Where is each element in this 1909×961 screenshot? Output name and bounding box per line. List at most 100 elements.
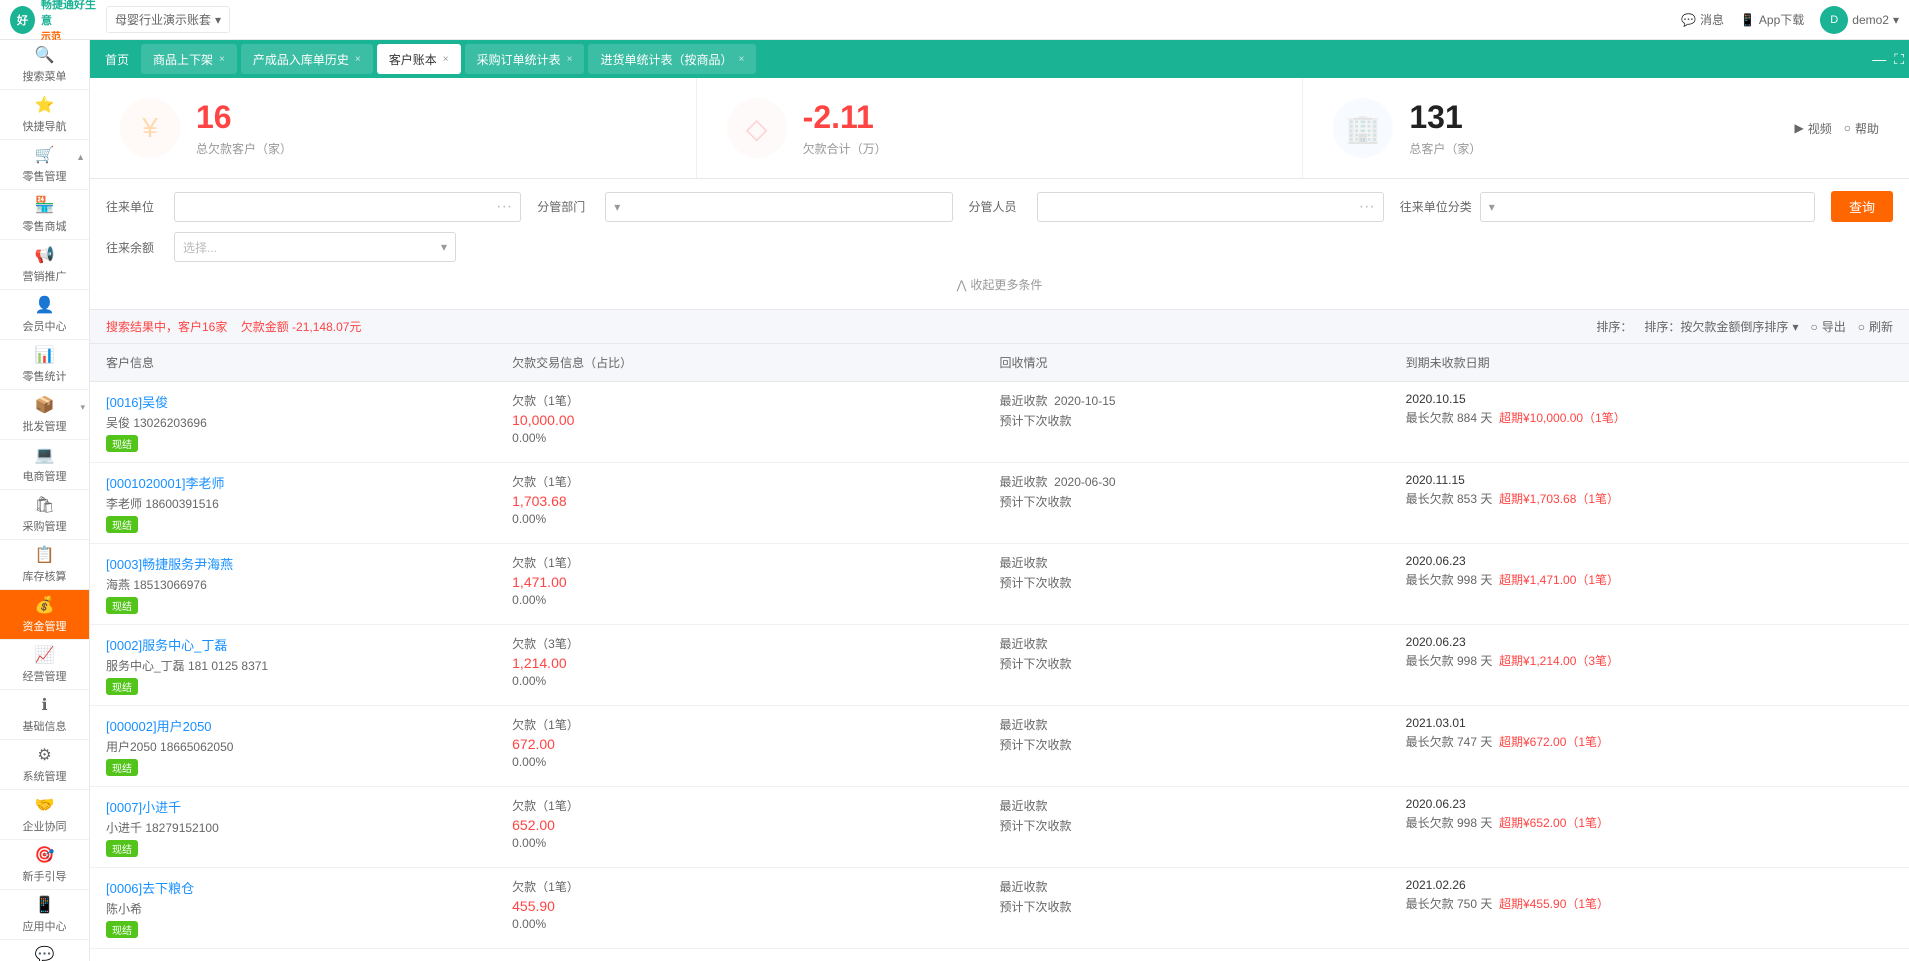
sidebar-item-ecommerce[interactable]: 💻 电商管理 <box>0 440 89 490</box>
tab-product-listing[interactable]: 商品上下架 × <box>141 44 237 74</box>
source-unit-input[interactable]: ··· <box>174 192 521 222</box>
video-label: 视频 <box>1808 120 1832 137</box>
refresh-button[interactable]: ○ 刷新 <box>1858 318 1893 335</box>
recovery-next: 预计下次收款 <box>1000 898 1406 915</box>
close-icon[interactable]: × <box>355 54 361 65</box>
sidebar-item-search[interactable]: 🔍 搜索菜单 <box>0 40 89 90</box>
filter-section: 往来单位 ··· 分管部门 ▾ 分管人员 <box>90 179 1909 310</box>
filter-balance: 往来余额 选择... ▾ <box>106 232 456 262</box>
customer-name-link[interactable]: [0001020001]李老师 <box>106 473 512 492</box>
close-icon[interactable]: × <box>219 54 225 65</box>
chevron-down-icon: ▾ <box>1792 320 1798 334</box>
customer-name-link[interactable]: [000002]用户2050 <box>106 716 512 735</box>
sidebar-item-retail-stats[interactable]: 📊 零售统计 <box>0 340 89 390</box>
sidebar-item-operations[interactable]: 📈 经营管理 <box>0 640 89 690</box>
sort-selector[interactable]: 排序：按欠款金额倒序排序 ▾ <box>1644 318 1798 335</box>
sidebar-item-system[interactable]: ⚙ 系统管理 <box>0 740 89 790</box>
debt-amount[interactable]: 1,471.00 <box>512 574 999 590</box>
overdue-link[interactable]: 超期¥1,471.00（1笔） <box>1499 573 1619 587</box>
tab-purchase-order-stats[interactable]: 采购订单统计表 × <box>465 44 585 74</box>
recovery-info-cell: 最近收款 2020-10-15 预计下次收款 <box>1000 392 1406 429</box>
overdue-link[interactable]: 超期¥1,703.68（1笔） <box>1499 492 1619 506</box>
customer-info-cell: [0007]小进千 小进千 18279152100 现结 <box>106 797 512 857</box>
debt-amount[interactable]: 10,000.00 <box>512 412 999 428</box>
total-debt-number: -2.11 <box>803 99 887 136</box>
debt-customer-label: 总欠款客户（家） <box>196 140 292 157</box>
manager-input[interactable]: ··· <box>1037 192 1384 222</box>
search-button[interactable]: 查询 <box>1831 191 1893 222</box>
debt-info-cell: 欠款（3笔） 1,214.00 0.00% <box>512 635 999 688</box>
unit-type-input[interactable]: ▾ <box>1480 192 1815 222</box>
table-row: [0003]畅捷服务尹海燕 海燕 18513066976 现结 欠款（1笔） 1… <box>90 544 1909 625</box>
message-button[interactable]: 💬 消息 <box>1681 11 1724 28</box>
sort-label: 排序： <box>1596 318 1632 335</box>
sidebar-item-label: 新手引导 <box>23 868 67 884</box>
sidebar-item-member[interactable]: 👤 会员中心 <box>0 290 89 340</box>
user-profile[interactable]: D demo2 ▾ <box>1820 6 1899 34</box>
recovery-next: 预计下次收款 <box>1000 736 1406 753</box>
overdue-link[interactable]: 超期¥1,214.00（3笔） <box>1499 654 1619 668</box>
chevron-down-icon: ▾ <box>614 200 620 214</box>
sidebar-item-label: 电商管理 <box>23 468 67 484</box>
overdue-link[interactable]: 超期¥10,000.00（1笔） <box>1499 411 1626 425</box>
sidebar-item-marketing[interactable]: 📢 营销推广 <box>0 240 89 290</box>
balance-input[interactable]: 选择... ▾ <box>174 232 456 262</box>
apps-icon: 📱 <box>35 895 55 915</box>
sidebar-item-wholesale[interactable]: 📦 批发管理 ▾ <box>0 390 89 440</box>
video-button[interactable]: ▶ 视频 <box>1795 120 1832 137</box>
export-button[interactable]: ○ 导出 <box>1810 318 1845 335</box>
export-icon: ○ <box>1810 320 1817 334</box>
overdue-link[interactable]: 超期¥455.90（1笔） <box>1499 897 1609 911</box>
bag-icon: 🛍 <box>34 495 54 515</box>
app-download-button[interactable]: 📱 App下载 <box>1740 11 1804 28</box>
tab-goods-stats[interactable]: 进货单统计表（按商品） × <box>588 44 756 74</box>
sidebar-item-wechat[interactable]: 💬 企业微信 <box>0 940 89 961</box>
sidebar-item-purchase[interactable]: 🛍 采购管理 <box>0 490 89 540</box>
customer-name-link[interactable]: [0006]去下粮仓 <box>106 878 512 897</box>
maximize-icon[interactable]: ⛶ <box>1894 51 1904 68</box>
tab-customer-account[interactable]: 客户账本 × <box>377 44 461 74</box>
dept-input[interactable]: ▾ <box>605 192 952 222</box>
sidebar-item-retail-mgmt[interactable]: 🛒 零售管理 ▲ <box>0 140 89 190</box>
collapse-button[interactable]: ⋀ 收起更多条件 <box>106 272 1893 297</box>
customer-tag: 现结 <box>106 435 138 452</box>
tab-home[interactable]: 首页 <box>95 51 139 68</box>
sidebar-item-retail-mall[interactable]: 🏪 零售商城 <box>0 190 89 240</box>
tab-production-history[interactable]: 产成品入库单历史 × <box>241 44 373 74</box>
table-row: [0006]去下粮仓 陈小希 现结 欠款（1笔） 455.90 0.00% 最近… <box>90 868 1909 949</box>
store-selector[interactable]: 母婴行业演示账套 ▾ <box>106 6 230 33</box>
minimize-icon[interactable]: — <box>1872 51 1886 68</box>
user-icon: 👤 <box>35 295 55 315</box>
sidebar-item-finance[interactable]: 💰 资金管理 <box>0 590 89 640</box>
sidebar-item-guide[interactable]: 🎯 新手引导 <box>0 840 89 890</box>
customer-name-link[interactable]: [0002]服务中心_丁磊 <box>106 635 512 654</box>
customer-name-link[interactable]: [0016]吴俊 <box>106 392 512 411</box>
debt-amount[interactable]: 672.00 <box>512 736 999 752</box>
overdue-link[interactable]: 超期¥652.00（1笔） <box>1499 816 1609 830</box>
close-icon[interactable]: × <box>567 54 573 65</box>
overdue-days: 最长欠款 998 天 超期¥1,471.00（1笔） <box>1406 571 1893 588</box>
debt-amount[interactable]: 455.90 <box>512 898 999 914</box>
sidebar-item-collab[interactable]: 🤝 企业协同 <box>0 790 89 840</box>
sidebar-item-apps[interactable]: 📱 应用中心 <box>0 890 89 940</box>
avatar: D <box>1820 6 1848 34</box>
sidebar-item-inventory[interactable]: 📋 库存核算 <box>0 540 89 590</box>
customer-info-cell: [0016]吴俊 吴俊 13026203696 现结 <box>106 392 512 452</box>
debt-amount[interactable]: 1,214.00 <box>512 655 999 671</box>
debt-amount[interactable]: 1,703.68 <box>512 493 999 509</box>
customer-name-link[interactable]: [0007]小进千 <box>106 797 512 816</box>
export-label: 导出 <box>1822 318 1846 335</box>
close-icon[interactable]: × <box>738 54 744 65</box>
megaphone-icon: 📢 <box>35 245 55 265</box>
sidebar-item-label: 基础信息 <box>23 718 67 734</box>
debt-amount[interactable]: 652.00 <box>512 817 999 833</box>
sidebar-item-basic-info[interactable]: ℹ 基础信息 <box>0 690 89 740</box>
recovery-next: 预计下次收款 <box>1000 817 1406 834</box>
help-button[interactable]: ○ 帮助 <box>1844 120 1879 137</box>
sidebar-item-quicknav[interactable]: ⭐ 快捷导航 <box>0 90 89 140</box>
user-name: demo2 <box>1852 13 1889 27</box>
recovery-label: 最近收款 2020-06-30 <box>1000 473 1406 490</box>
overdue-link[interactable]: 超期¥672.00（1笔） <box>1499 735 1609 749</box>
close-icon[interactable]: × <box>443 54 449 65</box>
customer-name-link[interactable]: [0003]畅捷服务尹海燕 <box>106 554 512 573</box>
